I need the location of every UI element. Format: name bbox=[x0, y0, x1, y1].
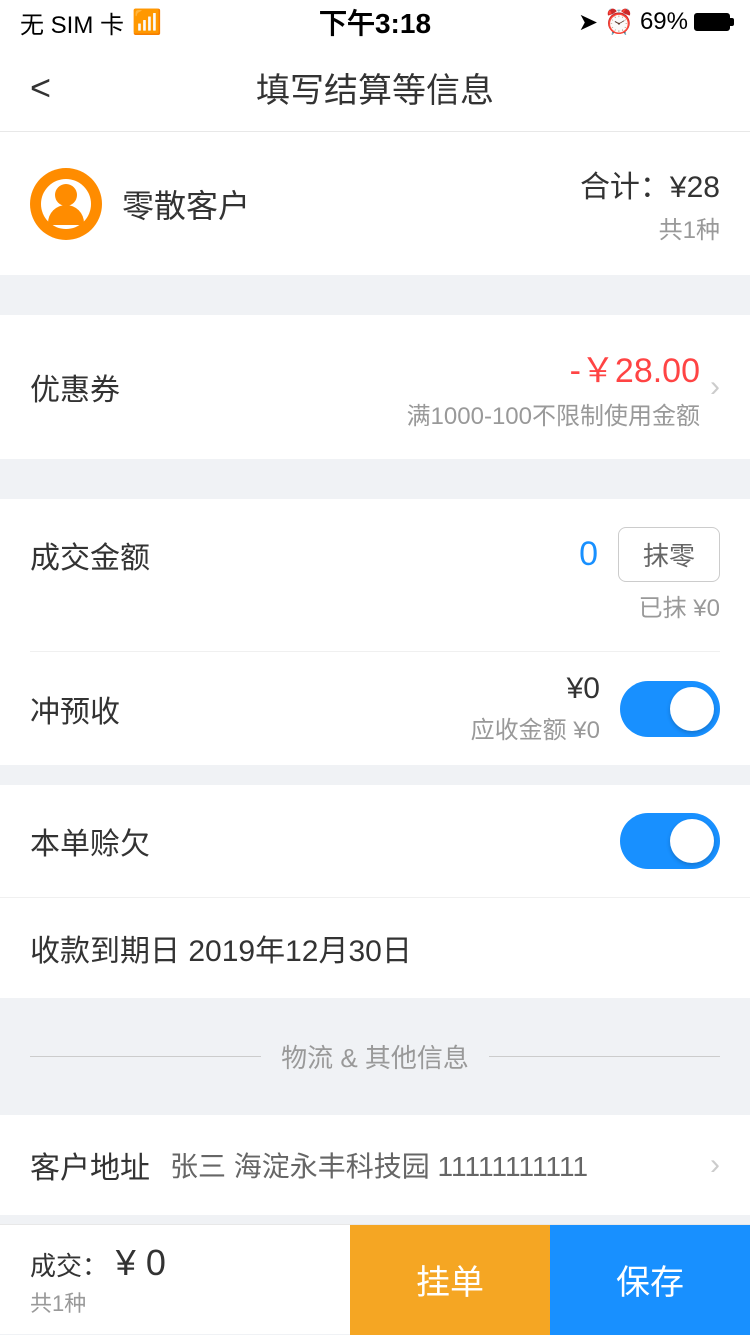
transaction-section: 成交金额 0 抹零 已抹 ¥0 bbox=[0, 499, 750, 651]
summary-total: 合计：¥28 bbox=[580, 162, 720, 206]
gray-divider-2 bbox=[0, 479, 750, 499]
arrears-section: 本单赊欠 bbox=[0, 785, 750, 897]
transaction-row: 成交金额 0 抹零 bbox=[30, 527, 720, 582]
gray-divider-1 bbox=[0, 295, 750, 315]
coupon-row[interactable]: 优惠券 -￥28.00 满1000-100不限制使用金额 › bbox=[0, 315, 750, 459]
customer-section: 零散客户 合计：¥28 共1种 bbox=[0, 132, 750, 275]
arrears-toggle[interactable] bbox=[620, 813, 720, 869]
battery-text: 69% bbox=[640, 8, 688, 36]
transaction-sub: 已抹 ¥0 bbox=[30, 588, 720, 623]
hang-button[interactable]: 挂单 bbox=[350, 1225, 550, 1335]
carrier-text: 无 SIM 卡 bbox=[20, 5, 124, 40]
summary-count: 共1种 bbox=[580, 210, 720, 245]
avatar-icon bbox=[41, 179, 91, 229]
arrears-label: 本单赊欠 bbox=[30, 819, 150, 863]
duedate-value: 2019年12月30日 bbox=[188, 935, 411, 968]
bottom-deal-label: 成交： bbox=[30, 1251, 108, 1281]
address-chevron-icon: › bbox=[710, 1148, 720, 1182]
duedate-label: 收款到期日 bbox=[30, 935, 180, 968]
address-label: 客户地址 bbox=[30, 1143, 150, 1187]
chevron-right-icon: › bbox=[710, 370, 720, 404]
logistics-line-right bbox=[489, 1056, 720, 1057]
page-title: 填写结算等信息 bbox=[256, 63, 494, 112]
transaction-value: 0 bbox=[579, 535, 598, 574]
advance-amount: ¥0 bbox=[471, 672, 600, 706]
status-time: 下午3:18 bbox=[319, 2, 431, 42]
coupon-value-col: -￥28.00 满1000-100不限制使用金额 bbox=[407, 343, 700, 431]
gray-divider-5 bbox=[0, 1095, 750, 1115]
content: 零散客户 合计：¥28 共1种 优惠券 -￥28.00 满1000-100不限制… bbox=[0, 132, 750, 1335]
status-left: 无 SIM 卡 📶 bbox=[20, 5, 162, 40]
customer-summary: 合计：¥28 共1种 bbox=[580, 162, 720, 245]
advance-label: 冲预收 bbox=[30, 687, 120, 731]
customer-left: 零散客户 bbox=[30, 168, 250, 240]
customer-name: 零散客户 bbox=[122, 181, 250, 227]
advance-sub: 应收金额 ¥0 bbox=[471, 710, 600, 745]
bottom-deal-amount: ¥ 0 bbox=[116, 1242, 166, 1283]
wifi-icon: 📶 bbox=[132, 8, 162, 37]
advance-right: ¥0 应收金额 ¥0 bbox=[471, 672, 720, 745]
customer-row: 零散客户 合计：¥28 共1种 bbox=[0, 132, 750, 275]
logistics-title: 物流 & 其他信息 bbox=[281, 1038, 469, 1075]
bottom-deal-row: 成交： ¥ 0 bbox=[30, 1242, 320, 1284]
address-value: 张三 海淀永丰科技园 11111111111 bbox=[170, 1145, 710, 1185]
coupon-amount: -￥28.00 bbox=[407, 343, 700, 392]
location-icon: ➤ bbox=[578, 8, 598, 37]
coupon-label: 优惠券 bbox=[30, 365, 120, 409]
bottom-deal-count: 共1种 bbox=[30, 1286, 320, 1318]
duedate-section: 收款到期日 2019年12月30日 bbox=[0, 897, 750, 998]
transaction-label: 成交金额 bbox=[30, 533, 150, 577]
gray-divider-4 bbox=[0, 998, 750, 1018]
coupon-section[interactable]: 优惠券 -￥28.00 满1000-100不限制使用金额 › bbox=[0, 315, 750, 459]
logistics-header-inner: 物流 & 其他信息 bbox=[30, 1038, 720, 1075]
round-button[interactable]: 抹零 bbox=[618, 527, 720, 582]
alarm-icon: ⏰ bbox=[604, 8, 634, 37]
advance-section: 冲预收 ¥0 应收金额 ¥0 bbox=[0, 651, 750, 765]
advance-toggle[interactable] bbox=[620, 681, 720, 737]
coupon-right: -￥28.00 满1000-100不限制使用金额 › bbox=[407, 343, 720, 431]
bottom-bar: 成交： ¥ 0 共1种 挂单 保存 bbox=[0, 1224, 750, 1334]
bottom-deal-info: 成交： ¥ 0 共1种 bbox=[0, 1242, 350, 1318]
status-right: ➤ ⏰ 69% bbox=[578, 8, 730, 37]
status-bar: 无 SIM 卡 📶 下午3:18 ➤ ⏰ 69% bbox=[0, 0, 750, 44]
nav-bar: < 填写结算等信息 bbox=[0, 44, 750, 132]
back-button[interactable]: < bbox=[30, 67, 51, 109]
duedate-text: 收款到期日 2019年12月30日 bbox=[30, 935, 412, 968]
advance-amount-col: ¥0 应收金额 ¥0 bbox=[471, 672, 600, 745]
address-section[interactable]: 客户地址 张三 海淀永丰科技园 11111111111 › bbox=[0, 1115, 750, 1215]
gray-divider-3 bbox=[0, 765, 750, 785]
battery-icon bbox=[694, 13, 730, 31]
logistics-line-left bbox=[30, 1056, 261, 1057]
coupon-sub: 满1000-100不限制使用金额 bbox=[407, 396, 700, 431]
transaction-right: 0 抹零 bbox=[579, 527, 720, 582]
save-button[interactable]: 保存 bbox=[550, 1225, 750, 1335]
avatar bbox=[30, 168, 102, 240]
advance-row: 冲预收 ¥0 应收金额 ¥0 bbox=[30, 651, 720, 765]
logistics-header: 物流 & 其他信息 bbox=[0, 1018, 750, 1095]
